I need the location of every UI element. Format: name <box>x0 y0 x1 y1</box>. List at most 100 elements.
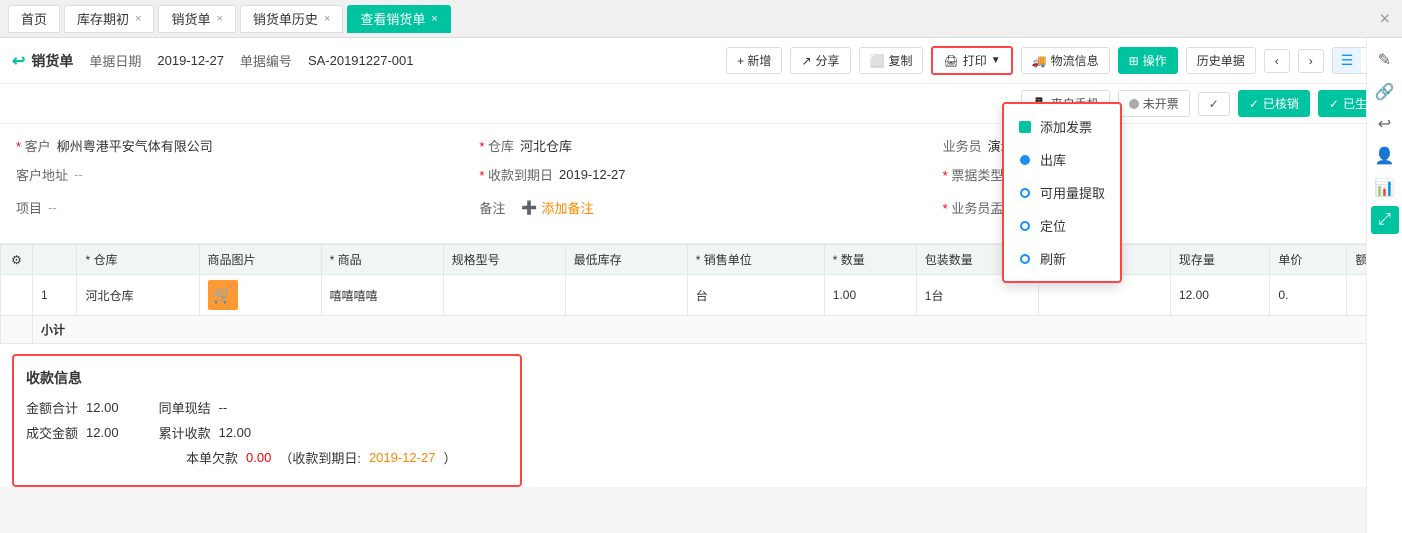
main-content: ↩ 销货单 单据日期 2019-12-27 单据编号 SA-20191227-0… <box>0 38 1402 487</box>
amount-total-value: 12.00 <box>86 400 119 415</box>
prev-button[interactable]: ‹ <box>1264 49 1290 73</box>
doc-header: ↩ 销货单 单据日期 2019-12-27 单据编号 SA-20191227-0… <box>0 38 1402 84</box>
address-field: 客户地址 -- <box>16 165 459 184</box>
list-view-button[interactable]: ☰ <box>1333 48 1362 73</box>
add-remark-button[interactable]: ➕ 添加备注 <box>511 194 603 221</box>
table-row: 1 河北仓库 🛒 嘻嘻嘻嘻 台 1.00 1台 12.00 0. <box>1 275 1402 316</box>
same-order-label: 同单现结 <box>159 398 211 417</box>
locate-label: 定位 <box>1040 216 1066 235</box>
refresh-item[interactable]: 刷新 <box>1004 242 1120 275</box>
not-opened-button[interactable]: 未开票 <box>1118 90 1190 117</box>
row-stock: 12.00 <box>1170 275 1270 316</box>
logistics-label: 物流信息 <box>1051 52 1099 69</box>
circle-icon <box>1020 155 1030 165</box>
subtotal-label: 小计 <box>33 316 1402 344</box>
current-owe-label: 本单欠款 <box>186 448 238 467</box>
logistics-button[interactable]: 🚚 物流信息 <box>1021 47 1110 74</box>
doc-title: ↩ 销货单 <box>12 51 73 71</box>
form-row-3: 项目 -- 备注 ➕ 添加备注 业务员盂 -- <box>16 194 1386 221</box>
print-dropdown-icon: ▼ <box>991 55 1001 66</box>
row-index: 1 <box>33 275 77 316</box>
print-button[interactable]: 🖨 打印 ▼ <box>931 46 1012 75</box>
employee-label: 业务员 <box>943 136 982 155</box>
payment-row-1: 金额合计 12.00 同单现结 -- <box>26 398 508 417</box>
history-button[interactable]: 历史单据 <box>1186 47 1256 74</box>
tab-inventory[interactable]: 库存期初 × <box>64 5 154 33</box>
locate-item[interactable]: 定位 <box>1004 209 1120 242</box>
due-date-prefix: （收款到期日: <box>279 448 361 467</box>
number-value: SA-20191227-001 <box>308 53 414 68</box>
sidebar-link-icon[interactable]: 🔗 <box>1371 78 1399 106</box>
tab-sales-close[interactable]: × <box>216 13 222 25</box>
already-cancelled-button[interactable]: ✓ 已核销 <box>1238 90 1310 117</box>
col-product: * 商品 <box>321 245 443 275</box>
tab-view-sales-close[interactable]: × <box>431 13 437 25</box>
share-icon: ↗ <box>801 54 811 68</box>
tab-history[interactable]: 销货单历史 × <box>240 5 343 33</box>
customer-field: 客户 柳州粤港平安气体有限公司 <box>16 136 459 155</box>
doc-title-text: 销货单 <box>31 51 73 71</box>
col-gear: ⚙ <box>1 245 33 275</box>
row-quantity: 1.00 <box>824 275 916 316</box>
address-label: 客户地址 <box>16 165 68 184</box>
remark-label: 备注 <box>479 198 505 217</box>
sidebar-expand-icon[interactable]: ⤢ <box>1371 206 1399 234</box>
remark-field: 备注 ➕ 添加备注 <box>479 194 922 221</box>
operations-dropdown: 添加发票 出库 可用量提取 定位 刷新 <box>1002 102 1122 283</box>
print-icon: 🖨 <box>943 54 958 68</box>
payment-date-field: 收款到期日 2019-12-27 <box>479 165 922 184</box>
warehouse-label: 仓库 <box>479 136 514 155</box>
tab-sales-label: 销货单 <box>171 9 210 28</box>
outbound-icon <box>1018 153 1032 167</box>
add-invoice-label: 添加发票 <box>1040 117 1092 136</box>
table-wrap: ⚙ * 仓库 商品图片 * 商品 规格型号 最低库存 * 销售单位 * 数量 包… <box>0 244 1402 344</box>
add-invoice-item[interactable]: 添加发票 <box>1004 110 1120 143</box>
next-button[interactable]: › <box>1298 49 1324 73</box>
col-index <box>33 245 77 275</box>
check-icon-btn[interactable]: ✓ <box>1198 92 1230 116</box>
share-button[interactable]: ↗ 分享 <box>790 47 850 74</box>
warehouse-field: 仓库 河北仓库 <box>479 136 922 155</box>
row-sales-unit: 台 <box>687 275 824 316</box>
sidebar-chart-icon[interactable]: 📊 <box>1371 174 1399 202</box>
project-label: 项目 <box>16 198 42 217</box>
operations-label: 操作 <box>1143 52 1167 69</box>
date-value: 2019-12-27 <box>157 53 224 68</box>
history-label: 历史单据 <box>1197 52 1245 69</box>
due-date-suffix: ） <box>443 448 456 467</box>
sidebar-user-icon[interactable]: 👤 <box>1371 142 1399 170</box>
tab-history-close[interactable]: × <box>324 13 330 25</box>
refresh-icon <box>1018 252 1032 266</box>
transaction-item: 成交金额 12.00 <box>26 423 119 442</box>
outbound-item[interactable]: 出库 <box>1004 143 1120 176</box>
tab-home[interactable]: 首页 <box>8 5 60 33</box>
copy-button[interactable]: ⬜ 复制 <box>859 47 924 74</box>
products-table: ⚙ * 仓库 商品图片 * 商品 规格型号 最低库存 * 销售单位 * 数量 包… <box>0 244 1402 344</box>
refresh-label: 刷新 <box>1040 249 1066 268</box>
not-opened-icon <box>1129 99 1139 109</box>
transaction-label: 成交金额 <box>26 423 78 442</box>
available-qty-item[interactable]: 可用量提取 <box>1004 176 1120 209</box>
row-warehouse: 河北仓库 <box>77 275 199 316</box>
new-button[interactable]: + 新增 <box>726 47 782 74</box>
subtotal-gear <box>1 316 33 344</box>
cumulative-item: 累计收款 12.00 <box>159 423 252 442</box>
tab-sales[interactable]: 销货单 × <box>158 5 235 33</box>
print-label: 打印 <box>963 52 987 69</box>
available-qty-icon <box>1018 186 1032 200</box>
doc-actions: + 新增 ↗ 分享 ⬜ 复制 🖨 打印 ▼ 🚚 物流信息 ⊞ 操作 <box>726 46 1390 75</box>
tab-view-sales[interactable]: 查看销货单 × <box>347 5 450 33</box>
sidebar-edit-icon[interactable]: ✎ <box>1371 46 1399 74</box>
sidebar-return-icon[interactable]: ↩ <box>1371 110 1399 138</box>
ticket-type-label: 票据类型 <box>943 165 1004 184</box>
tab-bar: 首页 库存期初 × 销货单 × 销货单历史 × 查看销货单 × × <box>0 0 1402 38</box>
tab-inventory-close[interactable]: × <box>135 13 141 25</box>
add-remark-label: 添加备注 <box>542 198 594 217</box>
square-icon <box>1019 121 1031 133</box>
window-close-button[interactable]: × <box>1379 8 1390 29</box>
operations-button[interactable]: ⊞ 操作 <box>1118 47 1178 74</box>
circle-outline-2-icon <box>1020 221 1030 231</box>
current-owe-value: 0.00 <box>246 450 271 465</box>
row-spec <box>443 275 565 316</box>
row-unit-price: 0. <box>1270 275 1347 316</box>
